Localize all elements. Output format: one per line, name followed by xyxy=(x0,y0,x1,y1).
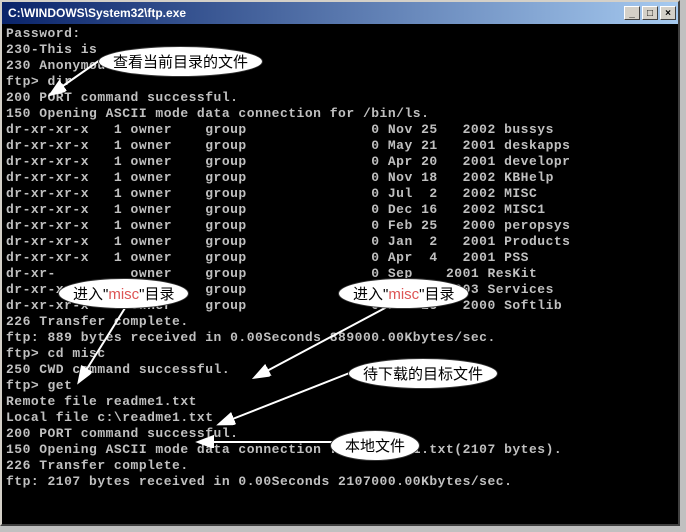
maximize-button[interactable]: □ xyxy=(642,6,658,20)
titlebar[interactable]: C:\WINDOWS\System32\ftp.exe _ □ × xyxy=(2,2,678,24)
line: ftp> dir xyxy=(6,74,72,89)
dir-row: dr-xr-xr-x 1 owner group 0 Nov 18 2002 K… xyxy=(6,170,554,185)
line: Remote file readme1.txt xyxy=(6,394,197,409)
line: ftp: 2107 bytes received in 0.00Seconds … xyxy=(6,474,512,489)
close-button[interactable]: × xyxy=(660,6,676,20)
line: Password: xyxy=(6,26,81,41)
dir-row: dr-xr-xr-x 1 owner group 0 Jan 2 2001 Pr… xyxy=(6,234,571,249)
dir-row: dr-xr-xr-x 1 owner group 0 Apr 4 2001 PS… xyxy=(6,250,529,265)
dir-row: dr-xr-xr-x 1 owner group 0 Nov 25 2002 b… xyxy=(6,122,554,137)
window-controls: _ □ × xyxy=(624,6,676,20)
line: ftp: 889 bytes received in 0.00Seconds 8… xyxy=(6,330,496,345)
line: 200 PORT command successful. xyxy=(6,90,238,105)
line: 226 Transfer complete. xyxy=(6,458,189,473)
line: 250 CWD command successful. xyxy=(6,362,230,377)
line: Local file c:\readme1.txt xyxy=(6,410,214,425)
dir-row: dr-xr- xyxy=(6,266,56,281)
callout-local-file: 本地文件 xyxy=(330,430,420,461)
dir-row: dr-xr-xr-x 1 owner group 0 May 21 2001 d… xyxy=(6,138,571,153)
callout-target-file: 待下载的目标文件 xyxy=(348,358,498,389)
minimize-button[interactable]: _ xyxy=(624,6,640,20)
line: 150 Opening ASCII mode data connection f… xyxy=(6,106,429,121)
callout-view-dir: 查看当前目录的文件 xyxy=(98,46,263,77)
callout-enter-misc-left: 进入"misc"目录 xyxy=(58,278,189,309)
dir-row: dr-xr-xr-x 1 owner group 0 Apr 20 2001 d… xyxy=(6,154,571,169)
line: 226 Transfer complete. xyxy=(6,314,189,329)
dir-row: dr-xr-xr-x 1 owner group 0 Feb 25 2000 p… xyxy=(6,218,571,233)
line: 200 PORT command successful. xyxy=(6,426,238,441)
line: ftp> get xyxy=(6,378,72,393)
line: ftp> cd misc xyxy=(6,346,106,361)
line: 150 Opening ASCII mode data connection f… xyxy=(6,442,562,457)
dir-row: dr-xr-xr-x 1 owner group 0 Jul 2 2002 MI… xyxy=(6,186,537,201)
window-title: C:\WINDOWS\System32\ftp.exe xyxy=(8,6,624,20)
line: 230-This is xyxy=(6,42,97,57)
dir-row: dr-xr-xr-x 1 owner group 0 Dec 16 2002 M… xyxy=(6,202,546,217)
callout-enter-misc-right: 进入"misc"目录 xyxy=(338,278,469,309)
